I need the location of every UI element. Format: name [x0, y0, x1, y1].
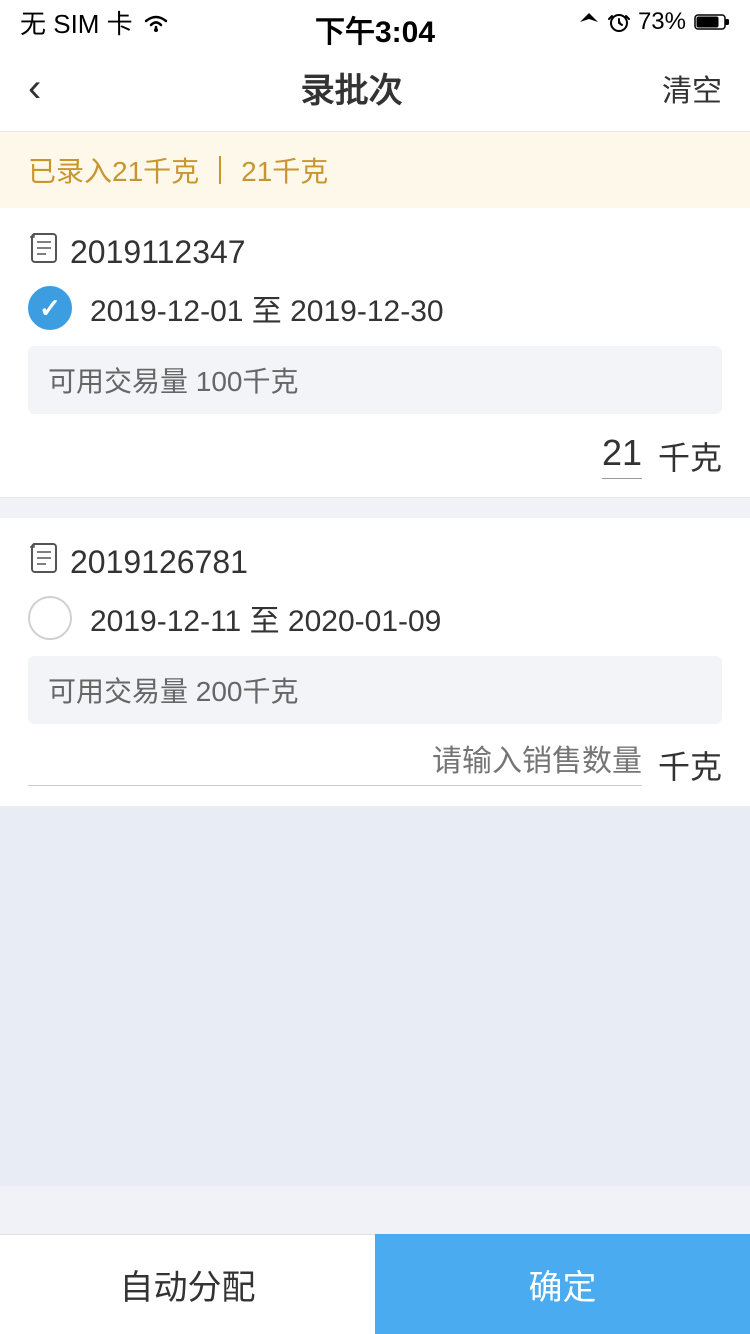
info-divider: [219, 156, 221, 184]
wifi-icon: [141, 11, 171, 33]
info-bar: 已录入21千克 21千克: [0, 132, 750, 208]
radio-1[interactable]: [28, 286, 72, 330]
quantity-unit-1: 千克: [658, 433, 722, 479]
status-left: 无 SIM 卡: [20, 4, 171, 41]
batch-date-2: 2019-12-11 至 2020-01-09: [90, 596, 441, 640]
nav-bar: ‹ 录批次 清空: [0, 44, 750, 132]
confirm-button[interactable]: 确定: [375, 1234, 750, 1334]
input-unit-2: 千克: [658, 742, 722, 788]
recorded-text: 已录入21千克: [28, 150, 199, 190]
location-icon: [578, 11, 600, 33]
input-row-2: 千克: [0, 724, 750, 806]
batch-id-row-2: 2019126781: [28, 542, 722, 582]
batch-date-row-2[interactable]: 2019-12-11 至 2020-01-09: [28, 596, 722, 640]
batch-item-2: 2019126781 2019-12-11 至 2020-01-09 可用交易量…: [0, 518, 750, 806]
quantity-row-1: 21 千克: [0, 414, 750, 498]
batch-date-row-1[interactable]: 2019-12-01 至 2019-12-30: [28, 286, 722, 330]
battery-icon: [694, 12, 730, 32]
radio-2[interactable]: [28, 596, 72, 640]
battery-text: 73%: [638, 8, 686, 36]
auto-distribute-button[interactable]: 自动分配: [0, 1234, 375, 1334]
quantity-input-2[interactable]: [28, 745, 642, 786]
batch-avail-2: 可用交易量 200千克: [28, 656, 722, 724]
status-bar: 无 SIM 卡 下午3:04 73%: [0, 0, 750, 44]
bottom-bar: 自动分配 确定: [0, 1234, 750, 1334]
batch-icon-2: [28, 542, 60, 582]
quantity-value-1: 21: [602, 432, 642, 479]
page-title: 录批次: [301, 63, 403, 112]
batch-id-row-1: 2019112347: [28, 232, 722, 272]
gray-area: [0, 806, 750, 1186]
clear-button[interactable]: 清空: [662, 66, 722, 110]
status-time: 下午3:04: [315, 7, 435, 51]
batch-separator: [0, 498, 750, 518]
batch-item-1: 2019112347 2019-12-01 至 2019-12-30 可用交易量…: [0, 208, 750, 498]
batch-icon-1: [28, 232, 60, 272]
batch-id-1: 2019112347: [70, 234, 246, 271]
total-text: 21千克: [241, 150, 328, 190]
no-sim-text: 无 SIM 卡: [20, 4, 133, 41]
status-right: 73%: [578, 8, 730, 36]
back-button[interactable]: ‹: [28, 68, 41, 108]
batch-avail-1: 可用交易量 100千克: [28, 346, 722, 414]
batch-id-2: 2019126781: [70, 544, 248, 581]
alarm-icon: [608, 11, 630, 33]
batch-date-1: 2019-12-01 至 2019-12-30: [90, 286, 444, 330]
